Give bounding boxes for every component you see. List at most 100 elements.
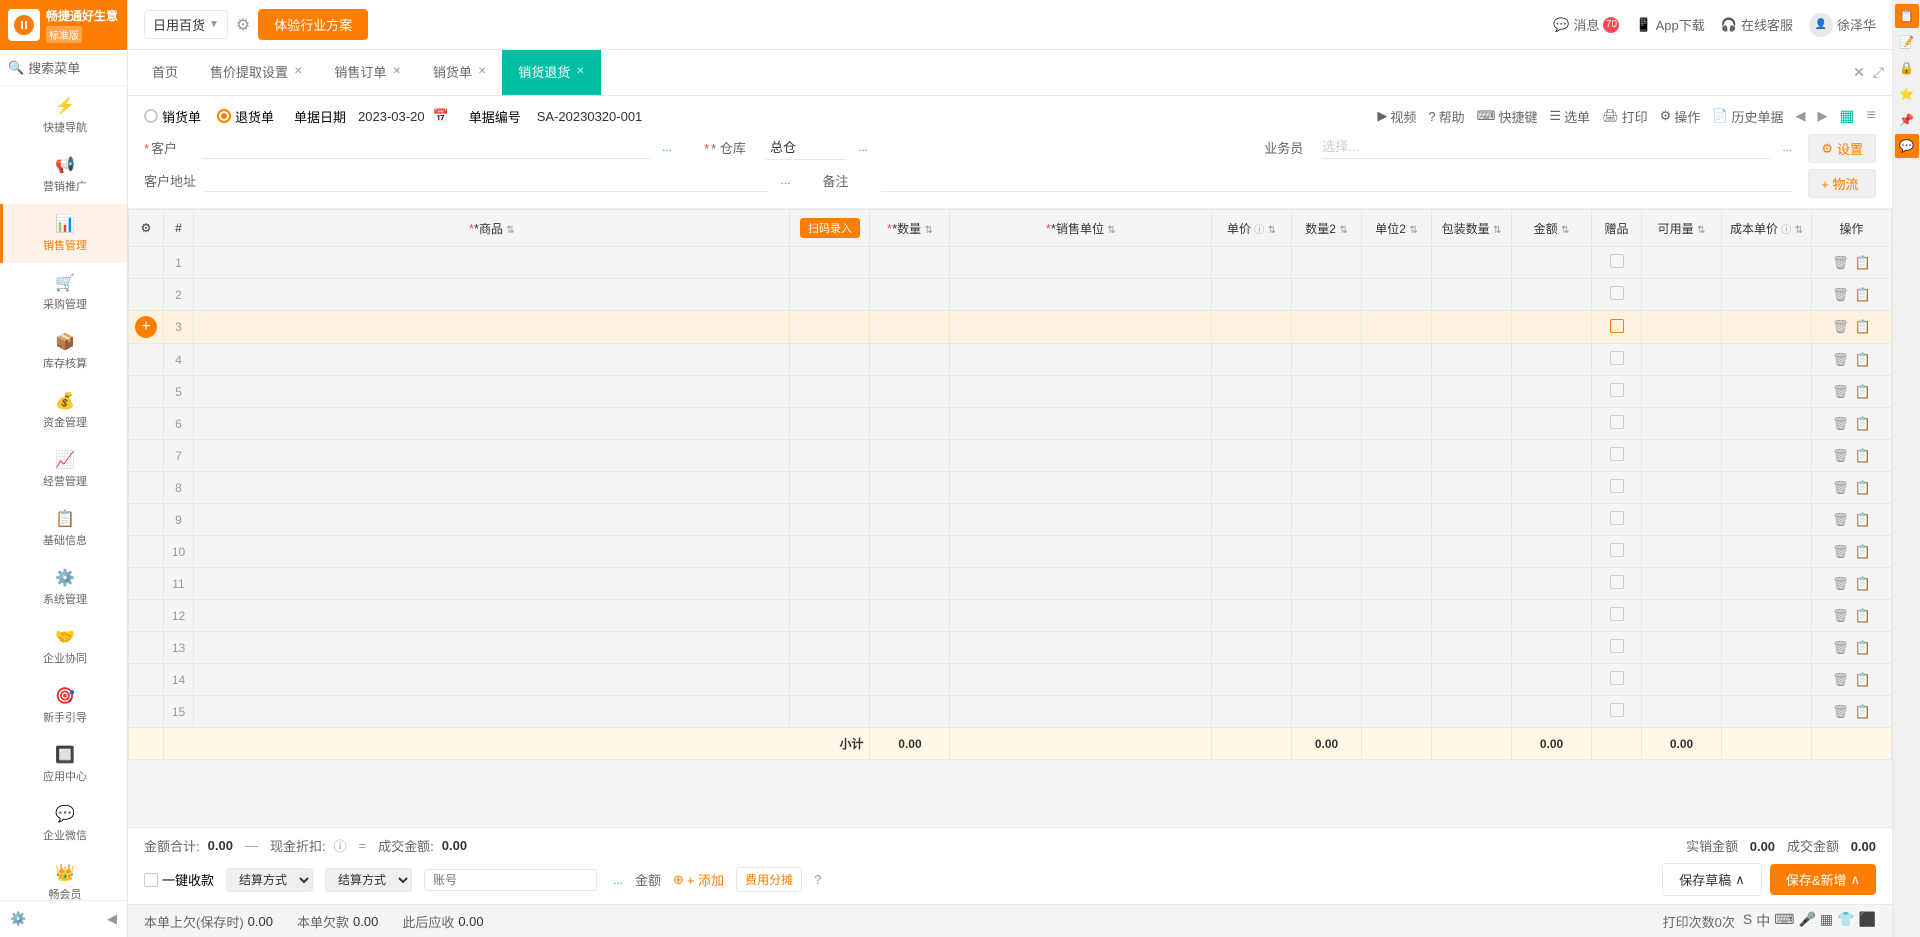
customer-input[interactable]: [202, 135, 650, 159]
row15-delete-icon[interactable]: 🗑: [1832, 704, 1849, 720]
row4-gift-checkbox[interactable]: [1610, 351, 1624, 365]
warehouse-picker-icon[interactable]: ...: [858, 140, 868, 154]
tab-close-all-btn[interactable]: ✕: [1853, 64, 1865, 81]
salesperson-picker-icon[interactable]: ...: [1782, 140, 1792, 154]
row3-price[interactable]: [1212, 311, 1292, 344]
view-list-icon[interactable]: ≡: [1867, 107, 1876, 125]
sidebar-item-appcenter[interactable]: 🔲 应用中心: [0, 735, 127, 794]
calendar-icon[interactable]: 📅: [433, 108, 449, 124]
qty2-sort-icon[interactable]: ⇅: [1339, 225, 1347, 236]
row2-qty2[interactable]: [1292, 279, 1362, 311]
expense-split-btn[interactable]: 费用分摊: [736, 867, 802, 892]
row2-gift-checkbox[interactable]: [1610, 286, 1624, 300]
toolbar-video[interactable]: ▶ 视频: [1377, 107, 1416, 126]
sidebar-item-enterprise[interactable]: 🤝 企业协同: [0, 617, 127, 676]
row9-delete-icon[interactable]: 🗑: [1832, 512, 1849, 528]
sidebar-item-newguide[interactable]: 🎯 新手引导: [0, 676, 127, 735]
amount-sort-icon[interactable]: ⇅: [1561, 225, 1569, 236]
tab-price-extract-close-icon[interactable]: ✕: [294, 66, 302, 77]
save-new-button[interactable]: 保存&新增 ∧: [1770, 864, 1876, 895]
row1-qty[interactable]: [870, 247, 950, 279]
add-row-button[interactable]: +: [135, 316, 157, 338]
logistics-btn[interactable]: + 物流: [1808, 169, 1876, 198]
row10-copy-icon[interactable]: 📋: [1855, 544, 1871, 560]
search-menu-item[interactable]: 🔍 搜索菜单: [0, 50, 127, 86]
tool1-icon[interactable]: S: [1743, 911, 1752, 931]
sidebar-item-wechat[interactable]: 💬 企业微信: [0, 794, 127, 853]
row1-packqty[interactable]: [1432, 247, 1512, 279]
row4-copy-icon[interactable]: 📋: [1855, 352, 1871, 368]
sidebar-item-quicknav[interactable]: ⚡ 快捷导航: [0, 86, 127, 145]
address-input[interactable]: [204, 168, 769, 192]
price-info-icon[interactable]: ⓘ: [1254, 225, 1264, 236]
row3-gift-checkbox[interactable]: [1610, 319, 1624, 333]
row12-copy-icon[interactable]: 📋: [1855, 608, 1871, 624]
row15-copy-icon[interactable]: 📋: [1855, 704, 1871, 720]
right-tool-6[interactable]: 💬: [1895, 134, 1919, 158]
row13-delete-icon[interactable]: 🗑: [1832, 640, 1849, 656]
row15-gift-checkbox[interactable]: [1610, 703, 1624, 717]
row12-gift-checkbox[interactable]: [1610, 607, 1624, 621]
account-input[interactable]: [424, 869, 597, 891]
row11-delete-icon[interactable]: 🗑: [1832, 576, 1849, 592]
discount-info-icon[interactable]: ⓘ: [334, 836, 347, 855]
toolbar-history[interactable]: 📄 历史单据: [1712, 107, 1783, 126]
radio-sales[interactable]: 销货单: [144, 107, 201, 126]
tab-sales-order-close-icon[interactable]: ✕: [392, 66, 400, 77]
tool7-icon[interactable]: ⬛: [1859, 911, 1876, 931]
nav-next-icon[interactable]: ▶: [1818, 108, 1828, 124]
row7-delete-icon[interactable]: 🗑: [1832, 448, 1849, 464]
salesperson-input[interactable]: [1322, 135, 1770, 159]
experience-btn[interactable]: 体验行业方案: [258, 9, 368, 40]
tool3-icon[interactable]: ⌨: [1774, 911, 1794, 931]
row1-qty2[interactable]: [1292, 247, 1362, 279]
row8-delete-icon[interactable]: 🗑: [1832, 480, 1849, 496]
right-tool-2[interactable]: 📝: [1895, 30, 1919, 54]
tab-price-extract[interactable]: 售价提取设置 ✕: [194, 50, 318, 95]
settings-gear-icon[interactable]: ⚙️: [10, 911, 26, 927]
row2-unit[interactable]: [950, 279, 1212, 311]
row10-gift-checkbox[interactable]: [1610, 543, 1624, 557]
account-picker-icon[interactable]: ...: [613, 873, 623, 887]
row2-qty[interactable]: [870, 279, 950, 311]
sidebar-item-marketing[interactable]: 📢 营销推广: [0, 145, 127, 204]
qty-sort-icon[interactable]: ⇅: [925, 225, 933, 236]
row6-copy-icon[interactable]: 📋: [1855, 416, 1871, 432]
row9-gift-checkbox[interactable]: [1610, 511, 1624, 525]
row3-unit[interactable]: [950, 311, 1212, 344]
row3-qty[interactable]: [870, 311, 950, 344]
toolbar-print[interactable]: 🖨 打印: [1602, 107, 1648, 126]
row9-copy-icon[interactable]: 📋: [1855, 512, 1871, 528]
collapse-icon[interactable]: ◀: [107, 911, 117, 927]
row3-packqty[interactable]: [1432, 311, 1512, 344]
row1-product[interactable]: [194, 247, 790, 279]
row2-packqty[interactable]: [1432, 279, 1512, 311]
row8-copy-icon[interactable]: 📋: [1855, 480, 1871, 496]
sidebar-item-system[interactable]: ⚙️ 系统管理: [0, 558, 127, 617]
row5-copy-icon[interactable]: 📋: [1855, 384, 1871, 400]
tool4-icon[interactable]: 🎤: [1798, 911, 1815, 931]
toolbar-shortcut[interactable]: ⌨ 快捷键: [1477, 107, 1538, 126]
row2-copy-icon[interactable]: 📋: [1855, 287, 1871, 303]
price-sort-icon[interactable]: ⇅: [1268, 225, 1276, 236]
sidebar-item-operations[interactable]: 📈 经营管理: [0, 440, 127, 499]
row1-copy-icon[interactable]: 📋: [1855, 255, 1871, 271]
row6-delete-icon[interactable]: 🗑: [1832, 416, 1849, 432]
row5-gift-checkbox[interactable]: [1610, 383, 1624, 397]
radio-return[interactable]: 退货单: [217, 107, 274, 126]
calc-method-select[interactable]: 结算方式: [325, 868, 412, 892]
row1-unit[interactable]: [950, 247, 1212, 279]
row2-delete-icon[interactable]: 🗑: [1832, 287, 1849, 303]
tool5-icon[interactable]: ▦: [1820, 911, 1833, 931]
expense-info-icon[interactable]: ?: [814, 872, 821, 887]
toolbar-help[interactable]: ? 帮助: [1428, 107, 1464, 126]
address-picker-icon[interactable]: ...: [781, 173, 791, 187]
row1-delete-icon[interactable]: 🗑: [1832, 255, 1849, 271]
sidebar-item-finance[interactable]: 💰 资金管理: [0, 381, 127, 440]
row1-gift-checkbox[interactable]: [1610, 254, 1624, 268]
row14-delete-icon[interactable]: 🗑: [1832, 672, 1849, 688]
row2-product[interactable]: [194, 279, 790, 311]
row1-price[interactable]: [1212, 247, 1292, 279]
tab-home[interactable]: 首页: [136, 50, 194, 95]
module-selector[interactable]: 日用百货 ▼: [144, 10, 228, 39]
